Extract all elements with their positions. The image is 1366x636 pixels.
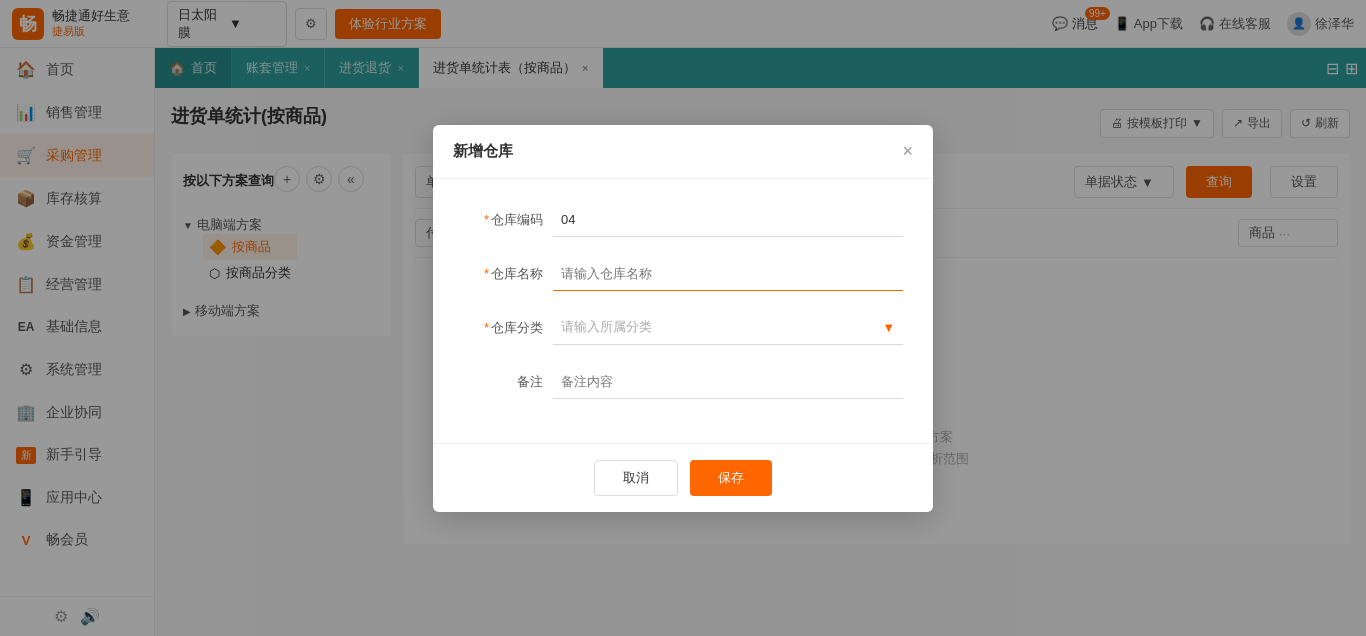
- category-label: 仓库分类: [463, 319, 543, 337]
- modal-close-button[interactable]: ×: [902, 141, 913, 162]
- form-row-name: 仓库名称: [463, 257, 903, 291]
- category-placeholder: 请输入所属分类: [561, 318, 652, 336]
- form-row-remark: 备注: [463, 365, 903, 399]
- form-row-category: 仓库分类 请输入所属分类 ▼: [463, 311, 903, 345]
- form-row-code: 仓库编码: [463, 203, 903, 237]
- code-input[interactable]: [553, 203, 903, 237]
- modal-header: 新增仓库 ×: [433, 125, 933, 179]
- modal-title: 新增仓库: [453, 142, 513, 161]
- modal-overlay[interactable]: 新增仓库 × 仓库编码 仓库名称 仓库分类 请输入所属分类 ▼: [0, 0, 1366, 636]
- modal-body: 仓库编码 仓库名称 仓库分类 请输入所属分类 ▼ 备注: [433, 179, 933, 443]
- modal-footer: 取消 保存: [433, 443, 933, 512]
- cancel-button[interactable]: 取消: [594, 460, 678, 496]
- category-chevron-icon: ▼: [882, 320, 895, 335]
- remark-label: 备注: [463, 373, 543, 391]
- remark-input[interactable]: [553, 365, 903, 399]
- name-input[interactable]: [553, 257, 903, 291]
- code-label: 仓库编码: [463, 211, 543, 229]
- name-label: 仓库名称: [463, 265, 543, 283]
- modal-new-warehouse: 新增仓库 × 仓库编码 仓库名称 仓库分类 请输入所属分类 ▼: [433, 125, 933, 512]
- category-select[interactable]: 请输入所属分类 ▼: [553, 311, 903, 345]
- save-button[interactable]: 保存: [690, 460, 772, 496]
